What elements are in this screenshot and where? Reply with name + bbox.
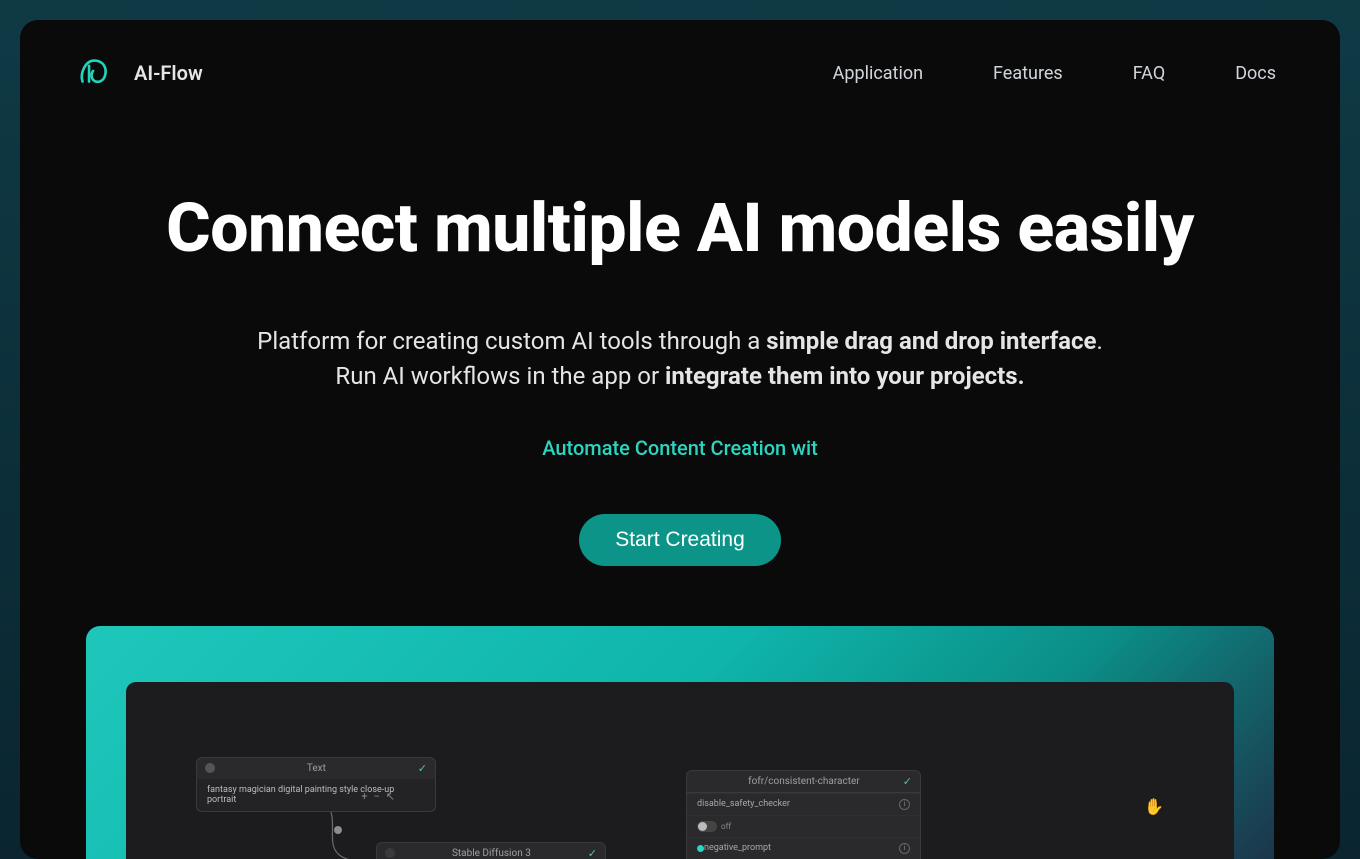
hero-title: Connect multiple AI models easily (20, 188, 1340, 268)
node-cc-safety-label: disable_safety_checker (697, 799, 790, 809)
node-text-prompt[interactable]: fantasy magician digital painting style … (197, 779, 435, 811)
check-icon: ✓ (418, 762, 427, 775)
hero-sub-line1-tail: . (1097, 327, 1103, 355)
node-text-controls[interactable]: + − ↖ (361, 790, 395, 803)
primary-nav: Application Features FAQ Docs (833, 63, 1276, 84)
hero-tagline: Automate Content Creation wit (20, 436, 1340, 460)
node-text[interactable]: Text ✓ + − ↖ fantasy magician digital pa… (196, 757, 436, 812)
node-text-header[interactable]: Text ✓ (197, 758, 435, 779)
node-cc-row-safety-toggle[interactable]: off (687, 815, 920, 837)
node-stable-diffusion[interactable]: Stable Diffusion 3 ✓ prompt * negative_p… (376, 842, 606, 859)
hero-section: Connect multiple AI models easily Platfo… (20, 96, 1340, 566)
edge-midpoint-icon (334, 826, 342, 834)
info-icon[interactable]: i (899, 799, 910, 810)
toggle-off[interactable] (697, 821, 717, 832)
toggle-off-label: off (721, 822, 731, 831)
hero-sub-line1-plain: Platform for creating custom AI tools th… (257, 327, 766, 355)
nav-link-docs[interactable]: Docs (1235, 63, 1276, 84)
model-icon (385, 848, 395, 858)
site-header: AI-Flow Application Features FAQ Docs (20, 20, 1340, 96)
plus-icon[interactable]: + (361, 790, 367, 803)
node-text-title: Text (215, 763, 418, 774)
info-icon[interactable]: i (899, 843, 910, 854)
nav-link-application[interactable]: Application (833, 63, 923, 84)
nav-link-faq[interactable]: FAQ (1133, 63, 1165, 84)
demo-canvas[interactable]: Text ✓ + − ↖ fantasy magician digital pa… (126, 682, 1234, 859)
brand-name: AI-Flow (134, 61, 203, 85)
check-icon: ✓ (903, 775, 912, 788)
person-icon (205, 763, 215, 773)
check-icon: ✓ (588, 847, 597, 859)
node-cc-row-neg[interactable]: negative_prompt i (687, 837, 920, 859)
node-sd-title: Stable Diffusion 3 (395, 848, 588, 859)
hero-subtitle: Platform for creating custom AI tools th… (20, 324, 1340, 394)
node-cc-row-safety[interactable]: disable_safety_checker i (687, 793, 920, 815)
node-sd-header[interactable]: Stable Diffusion 3 ✓ (377, 843, 605, 859)
port-icon[interactable] (697, 845, 704, 852)
nav-link-features[interactable]: Features (993, 63, 1063, 84)
hero-sub-line2-bold: integrate them into your projects. (665, 362, 1025, 390)
demo-panel: Text ✓ + − ↖ fantasy magician digital pa… (86, 626, 1274, 859)
node-cc-neg-label: negative_prompt (704, 843, 771, 853)
node-cc-title: fofr/consistent-character (705, 776, 903, 787)
hero-sub-line1-bold: simple drag and drop interface (766, 327, 1096, 355)
brand[interactable]: AI-Flow (72, 50, 203, 96)
hand-pan-icon[interactable]: ✋ (1144, 797, 1164, 816)
node-consistent-character[interactable]: fofr/consistent-character ✓ disable_safe… (686, 770, 921, 859)
hero-sub-line2-plain: Run AI workflows in the app or (335, 362, 665, 390)
page-shell: AI-Flow Application Features FAQ Docs Co… (20, 20, 1340, 859)
node-cc-header[interactable]: fofr/consistent-character ✓ (687, 771, 920, 793)
start-creating-button[interactable]: Start Creating (579, 514, 781, 566)
cursor-icon: ↖ (386, 790, 395, 803)
brand-logo-icon (72, 50, 114, 96)
minus-icon[interactable]: − (373, 790, 379, 803)
